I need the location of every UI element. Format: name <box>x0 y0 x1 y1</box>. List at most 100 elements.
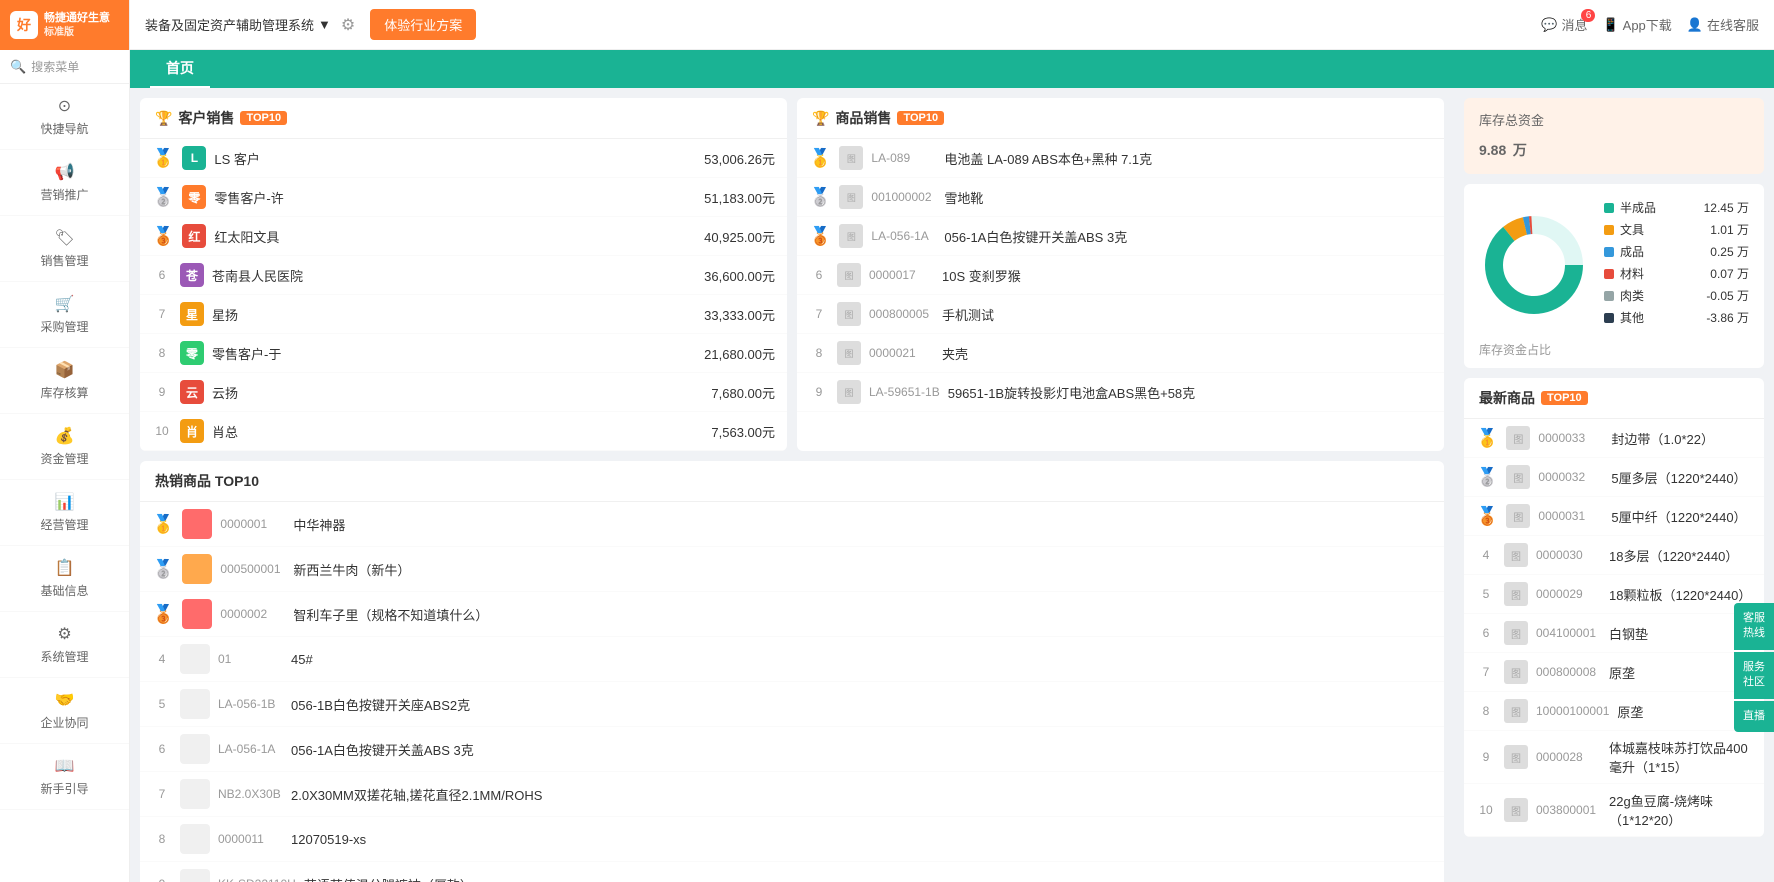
sidebar-item-guide[interactable]: 📖 新手引导 <box>0 744 129 810</box>
legend-val-3: 0.25 万 <box>1710 243 1749 260</box>
customer-icon-5: 星 <box>180 302 204 326</box>
rank-num-4: 6 <box>152 268 172 282</box>
new-product-8: 8 图 10000100001 原垄 <box>1464 692 1764 731</box>
settings-icon[interactable]: ⚙ <box>341 15 355 35</box>
product-rank-4: 6 图 0000017 10S 变刹罗猴 <box>797 256 1444 295</box>
basics-icon: 📋 <box>55 558 75 578</box>
customer-rank-6: 8 零 零售客户-于 21,680.00元 <box>140 334 787 373</box>
chart-section: 半成品 12.45 万 文具 1.01 万 成品 0.25 万 <box>1464 184 1764 368</box>
enterprise-label: 企业协同 <box>40 714 88 731</box>
inventory-label: 库存核算 <box>40 384 88 401</box>
customer-rank-7: 9 云 云扬 7,680.00元 <box>140 373 787 412</box>
sidebar-item-sales[interactable]: 🏷 销售管理 <box>0 216 129 282</box>
system-title: 装备及固定资产辅助管理系统 <box>145 15 314 34</box>
legend-item-5: 肉类 -0.05 万 <box>1604 287 1749 304</box>
hot-rank-4: 4 <box>152 652 172 666</box>
hot-code-6: LA-056-1A <box>218 742 283 756</box>
customer-name-2: 零售客户-许 <box>214 188 696 207</box>
online-service-button[interactable]: 👤 在线客服 <box>1687 15 1759 34</box>
inventory-card: 库存总资金 9.88 万 <box>1464 98 1764 174</box>
sidebar-item-basics[interactable]: 📋 基础信息 <box>0 546 129 612</box>
sidebar-item-purchase[interactable]: 🛒 采购管理 <box>0 282 129 348</box>
hot-name-9: 花语萌值温分腿裤袜（厚款） <box>304 875 1432 882</box>
sidebar-item-enterprise[interactable]: 🤝 企业协同 <box>0 678 129 744</box>
hot-img-8 <box>180 824 210 854</box>
sidebar-item-inventory[interactable]: 📦 库存核算 <box>0 348 129 414</box>
app-download-button[interactable]: 📱 App下载 <box>1602 15 1671 34</box>
new-code-5: 0000029 <box>1536 587 1601 601</box>
topbar: 装备及固定资产辅助管理系统 ▼ ⚙ 体验行业方案 💬 消息 6 📱 App下载 … <box>130 0 1774 50</box>
hot-item-5: 5 LA-056-1B 056-1B白色按键开关座ABS2克 <box>140 682 1444 727</box>
new-rank-6: 6 <box>1476 626 1496 640</box>
sidebar-item-finance[interactable]: 💰 资金管理 <box>0 414 129 480</box>
product-code-7: LA-59651-1B <box>869 385 940 399</box>
trial-button[interactable]: 体验行业方案 <box>370 9 476 40</box>
inventory-unit: 万 <box>1513 142 1527 158</box>
customer-sales-list: 🥇 L LS 客户 53,006.26元 🥈 零 零售客户-许 51,183.0… <box>140 139 787 451</box>
customer-name-4: 苍南县人民医院 <box>212 266 696 285</box>
hot-medal-3: 🥉 <box>152 604 174 625</box>
notification-button[interactable]: 💬 消息 6 <box>1541 15 1587 34</box>
hot-code-7: NB2.0X30B <box>218 787 283 801</box>
new-product-1: 🥇 图 0000033 封边带（1.0*22） <box>1464 419 1764 458</box>
product-rank-num-4: 6 <box>809 268 829 282</box>
hot-name-3: 智利车子里（规格不知道填什么） <box>293 605 1432 624</box>
legend-val-5: -0.05 万 <box>1706 287 1749 304</box>
sidebar-nav: ⊙ 快捷导航 📢 营销推广 🏷 销售管理 🛒 采购管理 📦 库存核算 💰 资金管… <box>0 84 129 882</box>
customer-value-2: 51,183.00元 <box>704 188 775 207</box>
customer-sales-header: 🏆 客户销售 TOP10 <box>140 98 787 139</box>
product-rank-1: 🥇 图 LA-089 电池盖 LA-089 ABS本色+黑种 7.1克 <box>797 139 1444 178</box>
new-product-5: 5 图 0000029 18颗粒板（1220*2440） <box>1464 575 1764 614</box>
customer-icon-1: L <box>182 146 206 170</box>
quicknav-icon: ⊙ <box>58 96 71 116</box>
new-name-3: 5厘中纤（1220*2440） <box>1611 507 1752 526</box>
new-img-4: 图 <box>1504 543 1528 567</box>
sidebar-item-marketing[interactable]: 📢 营销推广 <box>0 150 129 216</box>
hot-img-6 <box>180 734 210 764</box>
product-rank-num-6: 8 <box>809 346 829 360</box>
product-sales-title: 商品销售 <box>835 108 891 128</box>
marketing-label: 营销推广 <box>40 186 88 203</box>
nav-home[interactable]: 首页 <box>150 50 210 88</box>
rank-num-5: 7 <box>152 307 172 321</box>
sidebar-item-operations[interactable]: 📊 经营管理 <box>0 480 129 546</box>
new-code-9: 0000028 <box>1536 750 1601 764</box>
system-selector[interactable]: 装备及固定资产辅助管理系统 ▼ <box>145 15 331 34</box>
new-name-10: 22g鱼豆腐-烧烤味（1*12*20） <box>1609 791 1752 829</box>
customer-sales-title: 客户销售 <box>178 108 234 128</box>
new-name-1: 封边带（1.0*22） <box>1611 429 1752 448</box>
customer-icon-3: 红 <box>182 224 206 248</box>
floating-service-btn[interactable]: 客服热线 <box>1734 603 1774 650</box>
customer-value-5: 33,333.00元 <box>704 305 775 324</box>
legend-label-1: 半成品 <box>1620 199 1656 216</box>
legend-val-2: 1.01 万 <box>1710 221 1749 238</box>
hot-item-9: 9 KK-SD22110H 花语萌值温分腿裤袜（厚款） <box>140 862 1444 882</box>
guide-label: 新手引导 <box>40 780 88 797</box>
new-code-2: 0000032 <box>1538 470 1603 484</box>
hot-products-title: 热销商品 TOP10 <box>155 471 259 491</box>
new-code-6: 004100001 <box>1536 626 1601 640</box>
hot-medal-2: 🥈 <box>152 559 174 580</box>
product-code-6: 0000021 <box>869 346 934 360</box>
floating-live-btn[interactable]: 直播 <box>1734 701 1774 732</box>
new-rank-9: 9 <box>1476 750 1496 764</box>
floating-community-btn[interactable]: 服务社区 <box>1734 652 1774 699</box>
sidebar-item-system[interactable]: ⚙ 系统管理 <box>0 612 129 678</box>
sidebar-item-quicknav[interactable]: ⊙ 快捷导航 <box>0 84 129 150</box>
hot-item-8: 8 0000011 12070519-xs <box>140 817 1444 862</box>
new-rank-4: 4 <box>1476 548 1496 562</box>
customer-value-8: 7,563.00元 <box>711 422 775 441</box>
new-img-1: 图 <box>1506 426 1530 450</box>
new-img-10: 图 <box>1504 798 1528 822</box>
dropdown-icon: ▼ <box>318 17 331 32</box>
legend-label-2: 文具 <box>1620 221 1644 238</box>
customer-value-7: 7,680.00元 <box>711 383 775 402</box>
new-product-9: 9 图 0000028 体城嘉枝味苏打饮品400毫升（1*15） <box>1464 731 1764 784</box>
customer-name-8: 肖总 <box>212 422 703 441</box>
new-img-9: 图 <box>1504 745 1528 769</box>
customer-name-5: 星扬 <box>212 305 696 324</box>
hot-name-7: 2.0X30MM双搓花轴,搓花直径2.1MM/ROHS <box>291 785 1432 804</box>
customer-name-7: 云扬 <box>212 383 703 402</box>
product-code-5: 000800005 <box>869 307 934 321</box>
sidebar-search[interactable]: 🔍 搜索菜单 <box>0 50 129 84</box>
